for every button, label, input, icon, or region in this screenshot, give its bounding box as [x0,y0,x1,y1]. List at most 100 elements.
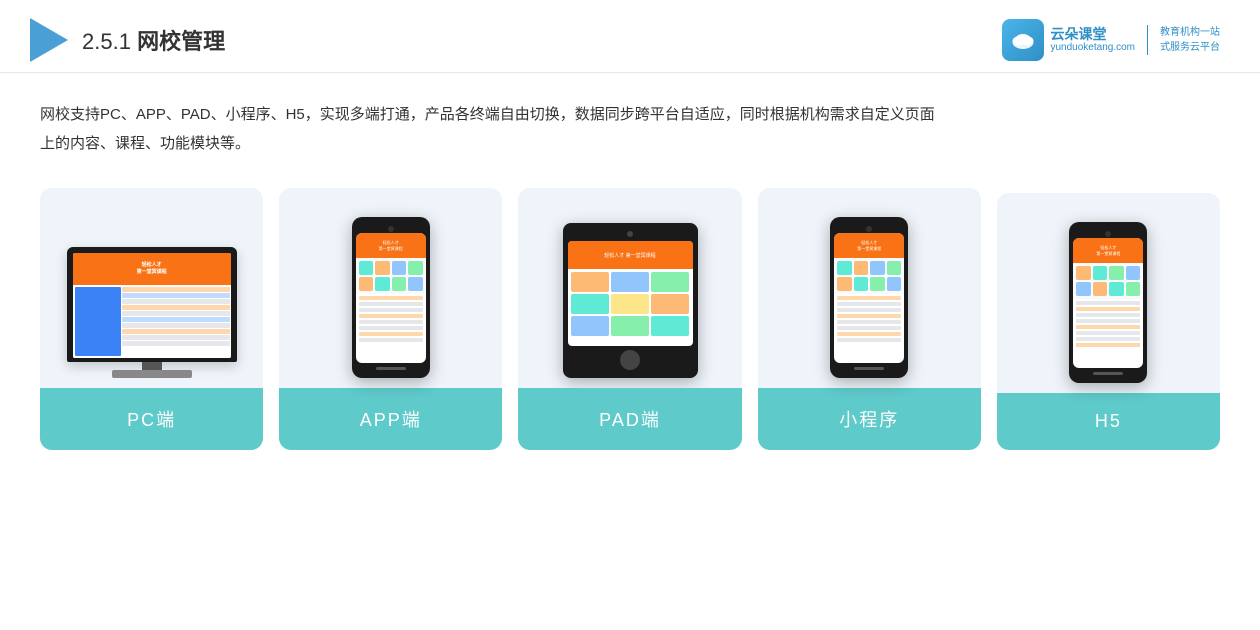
page-title: 2.5.1 网校管理 [82,24,225,56]
phone-content-row [1076,331,1140,335]
miniprogram-phone-outer: 轻松人才第一堂冥课程 [830,217,908,378]
phone-icon-cell [359,277,374,291]
pc-mini-row [122,317,230,322]
phone-content-row [359,332,423,336]
pc-mini-row [122,287,230,292]
brand-logo: 云朵课堂 yunduoketang.com 教育机构一站 式服务云平台 [1002,19,1220,61]
pad-outer: 轻松人才 第一堂冥课程 [563,223,698,378]
app-content-rows [356,294,426,346]
phone-content-row [1076,313,1140,317]
phone-content-row [837,308,901,312]
phone-icon-cell [1076,266,1091,280]
phone-icon-cell [359,261,374,275]
h5-phone-home-bar [1093,372,1123,375]
app-phone-notch [377,225,405,230]
phone-content-row [1076,319,1140,323]
pc-screen-bottom [73,285,231,359]
h5-icon-grid [1073,263,1143,299]
header-left: 2.5.1 网校管理 [30,18,225,62]
header: 2.5.1 网校管理 云朵课堂 yunduoketang.com [0,0,1260,73]
app-icon-grid [356,258,426,294]
brand-url: yunduoketang.com [1050,42,1135,54]
phone-icon-cell [375,261,390,275]
card-pad: 轻松人才 第一堂冥课程 [518,188,741,450]
h5-content-rows [1073,299,1143,351]
phone-content-row [837,338,901,342]
pc-sidebar-mini [75,287,121,357]
phone-icon-cell [392,261,407,275]
card-h5-label: H5 [997,393,1220,450]
h5-phone-outer: 轻松人才第一堂冥课程 [1069,222,1147,383]
phone-content-row [1076,307,1140,311]
phone-content-row [1076,337,1140,341]
phone-icon-cell [392,277,407,291]
h5-phone-notch [1094,230,1122,235]
miniprogram-phone-screen: 轻松人才第一堂冥课程 [834,233,904,363]
pad-cell [611,294,649,314]
miniprogram-content-rows [834,294,904,346]
phone-content-row [359,308,423,312]
brand-text: 云朵课堂 yunduoketang.com [1050,26,1135,55]
phone-icon-cell [1126,266,1141,280]
phone-content-row [837,326,901,330]
phone-icon-cell [1076,282,1091,296]
phone-icon-cell [1093,266,1108,280]
phone-content-row [1076,343,1140,347]
phone-icon-cell [887,261,902,275]
brand-icon [1002,19,1044,61]
pad-screen: 轻松人才 第一堂冥课程 [568,241,693,346]
phone-content-row [359,314,423,318]
card-h5-image: 轻松人才第一堂冥课程 [997,193,1220,393]
pc-mini-row [122,311,230,316]
content-area: 网校支持PC、APP、PAD、小程序、H5，实现多端打通，产品各终端自由切换，数… [0,73,1260,470]
phone-content-row [1076,325,1140,329]
app-phone-screen: 轻松人才第一堂冥课程 [356,233,426,363]
brand-tagline: 教育机构一站 式服务云平台 [1160,25,1220,55]
pc-mini-row [122,299,230,304]
phone-content-row [359,296,423,300]
phone-icon-cell [1109,282,1124,296]
phone-icon-cell [870,277,885,291]
phone-content-row [837,314,901,318]
app-phone-home-bar [376,367,406,370]
pad-content-grid [568,269,693,339]
pc-mini-row [122,335,230,340]
miniprogram-phone-home-bar [854,367,884,370]
phone-icon-cell [837,277,852,291]
card-miniprogram-image: 轻松人才第一堂冥课程 [758,188,981,388]
card-miniprogram: 轻松人才第一堂冥课程 [758,188,981,450]
card-app-image: 轻松人才第一堂冥课程 [279,188,502,388]
pc-mockup: 轻松人才第一堂冥课程 [67,247,237,378]
phone-content-row [1076,301,1140,305]
pc-screen-top: 轻松人才第一堂冥课程 [73,253,231,285]
h5-phone-mockup: 轻松人才第一堂冥课程 [1069,222,1147,383]
phone-icon-cell [1126,282,1141,296]
card-pad-image: 轻松人才 第一堂冥课程 [518,188,741,388]
pc-mini-row [122,323,230,328]
app-phone-outer: 轻松人才第一堂冥课程 [352,217,430,378]
header-right: 云朵课堂 yunduoketang.com 教育机构一站 式服务云平台 [1002,19,1220,61]
pc-main-mini [122,287,230,357]
card-pc: 轻松人才第一堂冥课程 [40,188,263,450]
app-phone-top-bar: 轻松人才第一堂冥课程 [356,233,426,258]
pad-cell [571,272,609,292]
card-miniprogram-label: 小程序 [758,388,981,450]
card-app: 轻松人才第一堂冥课程 [279,188,502,450]
phone-content-row [359,326,423,330]
h5-phone-top-bar: 轻松人才第一堂冥课程 [1073,238,1143,263]
miniprogram-phone-mockup: 轻松人才第一堂冥课程 [830,217,908,378]
logo-triangle-icon [30,18,68,62]
pad-cell [651,272,689,292]
phone-icon-cell [1093,282,1108,296]
card-pad-label: PAD端 [518,388,741,450]
pc-mini-row [122,293,230,298]
phone-icon-cell [375,277,390,291]
pc-base [112,370,192,378]
phone-content-row [837,332,901,336]
description-text: 网校支持PC、APP、PAD、小程序、H5，实现多端打通，产品各终端自由切换，数… [40,101,940,158]
brand-divider [1147,25,1148,55]
phone-icon-cell [854,277,869,291]
phone-icon-cell [408,277,423,291]
pad-home-button [620,350,640,370]
pc-mini-row [122,329,230,334]
